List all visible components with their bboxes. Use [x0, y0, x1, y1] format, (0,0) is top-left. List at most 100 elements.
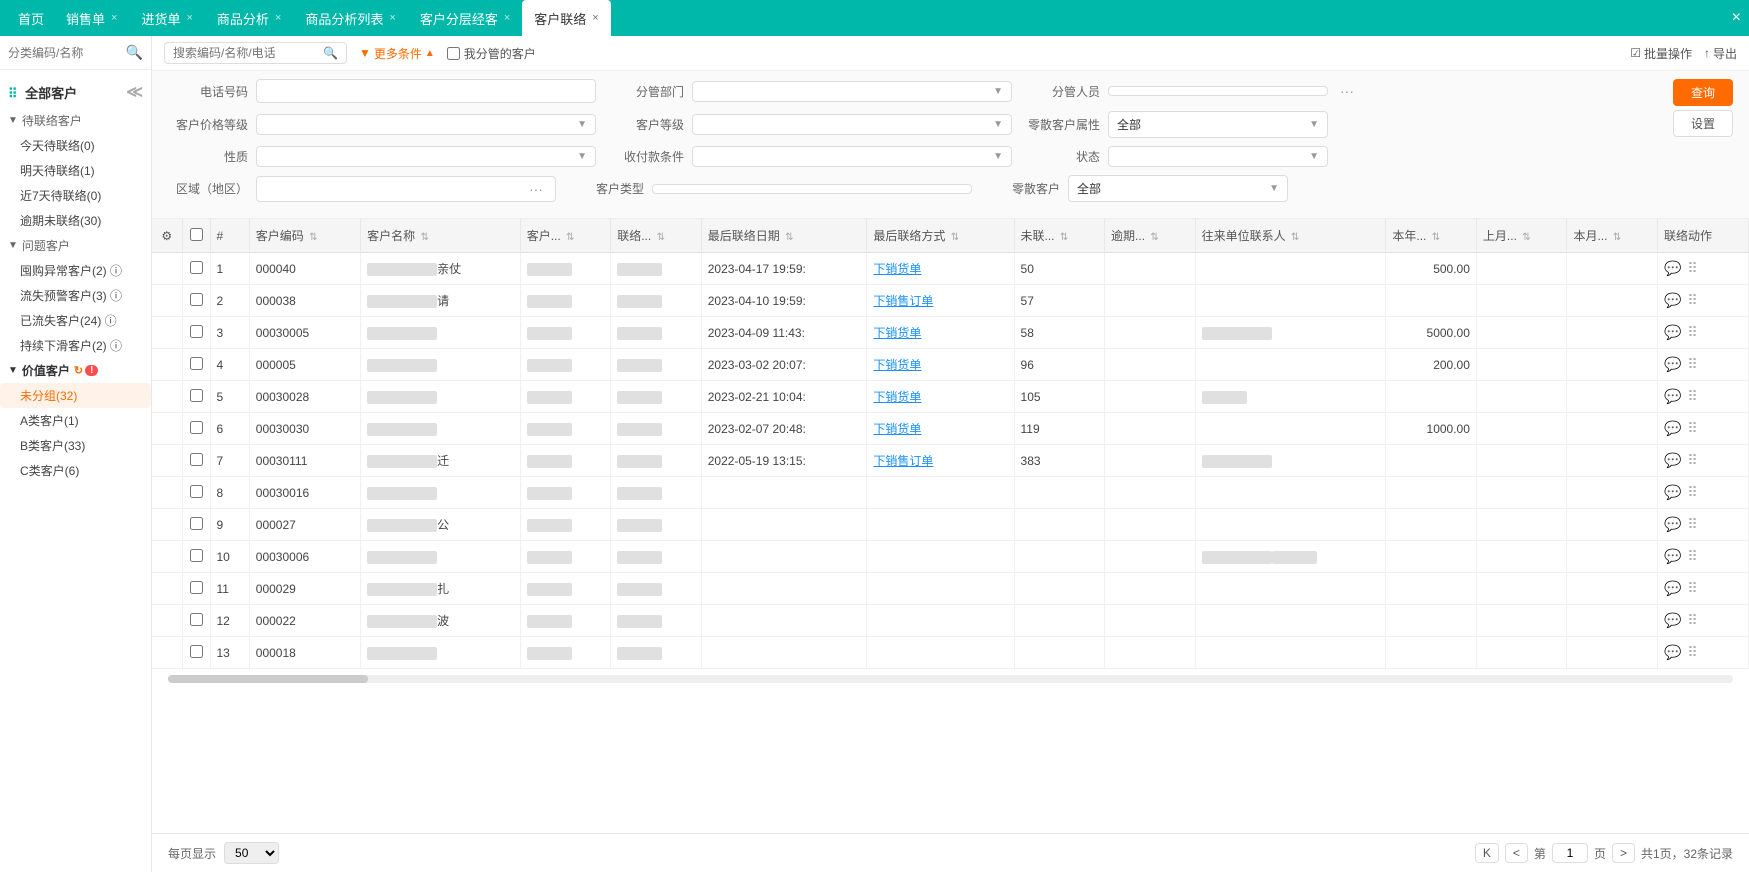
contact-method-link[interactable]: 下销货单 — [873, 326, 921, 340]
prev-page-btn[interactable]: < — [1505, 843, 1528, 863]
message-icon[interactable]: 💬 — [1664, 292, 1681, 309]
tab-customer-segment[interactable]: 客户分层经客 × — [408, 0, 522, 36]
price-grade-select[interactable]: ▼ — [256, 114, 596, 135]
grid-icon[interactable]: ⠿ — [1687, 516, 1697, 533]
message-icon[interactable]: 💬 — [1664, 612, 1681, 629]
contact-method-link[interactable]: 下销货单 — [873, 358, 921, 372]
tab-product-analysis-close[interactable]: × — [275, 12, 281, 24]
tab-sales[interactable]: 销售单 × — [54, 0, 129, 36]
region-dots-icon[interactable]: ··· — [529, 181, 543, 197]
select-all-checkbox[interactable] — [190, 228, 203, 241]
nature-select[interactable]: ▼ — [256, 146, 596, 167]
grid-icon[interactable]: ⠿ — [1687, 292, 1697, 309]
message-icon[interactable]: 💬 — [1664, 388, 1681, 405]
sidebar-item-overdue[interactable]: 逾期未联络(30) — [0, 208, 151, 233]
sidebar-group-value[interactable]: ▼ 价值客户 ↻ ! — [0, 358, 151, 383]
th-days-no-contact[interactable]: 未联... ⇅ — [1014, 219, 1105, 253]
grid-icon[interactable]: ⠿ — [1687, 580, 1697, 597]
contact-method-link[interactable]: 下销货单 — [873, 262, 921, 276]
tab-product-list[interactable]: 商品分析列表 × — [293, 0, 407, 36]
tab-home[interactable]: 首页 — [8, 0, 54, 36]
sidebar-search-input[interactable] — [8, 46, 126, 60]
message-icon[interactable]: 💬 — [1664, 260, 1681, 277]
message-icon[interactable]: 💬 — [1664, 356, 1681, 373]
more-conditions-btn[interactable]: ▼ 更多条件 ▲ — [359, 45, 435, 62]
row-checkbox[interactable] — [190, 453, 203, 466]
message-icon[interactable]: 💬 — [1664, 548, 1681, 565]
grid-icon[interactable]: ⠿ — [1687, 612, 1697, 629]
query-button[interactable]: 查询 — [1673, 79, 1733, 106]
row-checkbox[interactable] — [190, 517, 203, 530]
reset-button[interactable]: 设置 — [1673, 110, 1733, 137]
row-checkbox[interactable] — [190, 261, 203, 274]
th-type[interactable]: 客户... ⇅ — [520, 219, 611, 253]
sidebar-group-pending[interactable]: ▼ 待联络客户 — [0, 108, 151, 133]
th-code[interactable]: 客户编码 ⇅ — [249, 219, 360, 253]
batch-op-btn[interactable]: ☑ 批量操作 — [1630, 45, 1692, 62]
th-settings[interactable]: ⚙ — [152, 219, 182, 253]
row-checkbox[interactable] — [190, 645, 203, 658]
th-name[interactable]: 客户名称 ⇅ — [361, 219, 521, 253]
message-icon[interactable]: 💬 — [1664, 580, 1681, 597]
row-checkbox[interactable] — [190, 549, 203, 562]
contact-method-link[interactable]: 下销货单 — [873, 390, 921, 404]
grid-icon[interactable]: ⠿ — [1687, 452, 1697, 469]
message-icon[interactable]: 💬 — [1664, 516, 1681, 533]
value-refresh-icon[interactable]: ↻ — [74, 364, 83, 377]
scrollbar-thumb[interactable] — [168, 675, 368, 683]
next-page-btn[interactable]: > — [1612, 843, 1635, 863]
tab-purchase[interactable]: 进货单 × — [129, 0, 204, 36]
sidebar-item-abnormal[interactable]: 囤购异常客户(2) ⓘ — [0, 258, 151, 283]
tab-purchase-close[interactable]: × — [186, 12, 192, 24]
tab-customer-segment-close[interactable]: × — [504, 12, 510, 24]
sidebar-item-churn[interactable]: 流失预警客户(3) ⓘ — [0, 283, 151, 308]
th-contact[interactable]: 联络... ⇅ — [611, 219, 702, 253]
scrollbar-track[interactable] — [168, 675, 1733, 683]
sidebar-item-a-class[interactable]: A类客户(1) — [0, 408, 151, 433]
manager-dots-icon[interactable]: ··· — [1340, 83, 1354, 99]
cust-type-select[interactable] — [652, 184, 972, 194]
sidebar-search-icon[interactable]: 🔍 — [126, 44, 143, 61]
grid-icon[interactable]: ⠿ — [1687, 356, 1697, 373]
sidebar-item-b-class[interactable]: B类客户(33) — [0, 433, 151, 458]
th-last-contact-date[interactable]: 最后联络日期 ⇅ — [701, 219, 867, 253]
th-company-contact[interactable]: 往来单位联系人 ⇅ — [1195, 219, 1386, 253]
retail-attr-select[interactable]: 全部 ▼ — [1108, 111, 1328, 138]
manager-select[interactable] — [1108, 86, 1328, 96]
grid-icon[interactable]: ⠿ — [1687, 388, 1697, 405]
status-select[interactable]: ▼ — [1108, 146, 1328, 167]
contact-method-link[interactable]: 下销售订单 — [873, 454, 933, 468]
tab-customer-contact[interactable]: 客户联络 × — [522, 0, 610, 36]
grid-icon[interactable]: ⠿ — [1687, 420, 1697, 437]
retail-cust-select[interactable]: 全部 ▼ — [1068, 175, 1288, 202]
first-page-btn[interactable]: K — [1475, 843, 1499, 863]
sidebar-item-c-class[interactable]: C类客户(6) — [0, 458, 151, 483]
th-last-month[interactable]: 上月... ⇅ — [1476, 219, 1567, 253]
th-this-year[interactable]: 本年... ⇅ — [1386, 219, 1477, 253]
th-last-contact-method[interactable]: 最后联络方式 ⇅ — [867, 219, 1014, 253]
cust-grade-select[interactable]: ▼ — [692, 114, 1012, 135]
message-icon[interactable]: 💬 — [1664, 452, 1681, 469]
all-customers-title[interactable]: ⠿ 全部客户 ≪ — [8, 76, 143, 106]
message-icon[interactable]: 💬 — [1664, 324, 1681, 341]
grid-icon[interactable]: ⠿ — [1687, 484, 1697, 501]
sidebar-item-tomorrow[interactable]: 明天待联络(1) — [0, 158, 151, 183]
row-checkbox[interactable] — [190, 613, 203, 626]
search-input[interactable] — [173, 46, 323, 60]
tab-product-list-close[interactable]: × — [389, 12, 395, 24]
sidebar-item-today[interactable]: 今天待联络(0) — [0, 133, 151, 158]
sidebar-item-lost[interactable]: 已流失客户(24) ⓘ — [0, 308, 151, 333]
grid-icon[interactable]: ⠿ — [1687, 548, 1697, 565]
message-icon[interactable]: 💬 — [1664, 644, 1681, 661]
row-checkbox[interactable] — [190, 293, 203, 306]
message-icon[interactable]: 💬 — [1664, 484, 1681, 501]
dept-select[interactable]: ▼ — [692, 81, 1012, 102]
grid-icon[interactable]: ⠿ — [1687, 260, 1697, 277]
grid-icon[interactable]: ⠿ — [1687, 644, 1697, 661]
sidebar-item-week[interactable]: 近7天待联络(0) — [0, 183, 151, 208]
per-page-select[interactable]: 50 100 200 — [224, 842, 279, 864]
phone-input[interactable] — [256, 79, 596, 103]
row-checkbox[interactable] — [190, 325, 203, 338]
row-checkbox[interactable] — [190, 581, 203, 594]
window-close-icon[interactable]: × — [1732, 9, 1741, 27]
